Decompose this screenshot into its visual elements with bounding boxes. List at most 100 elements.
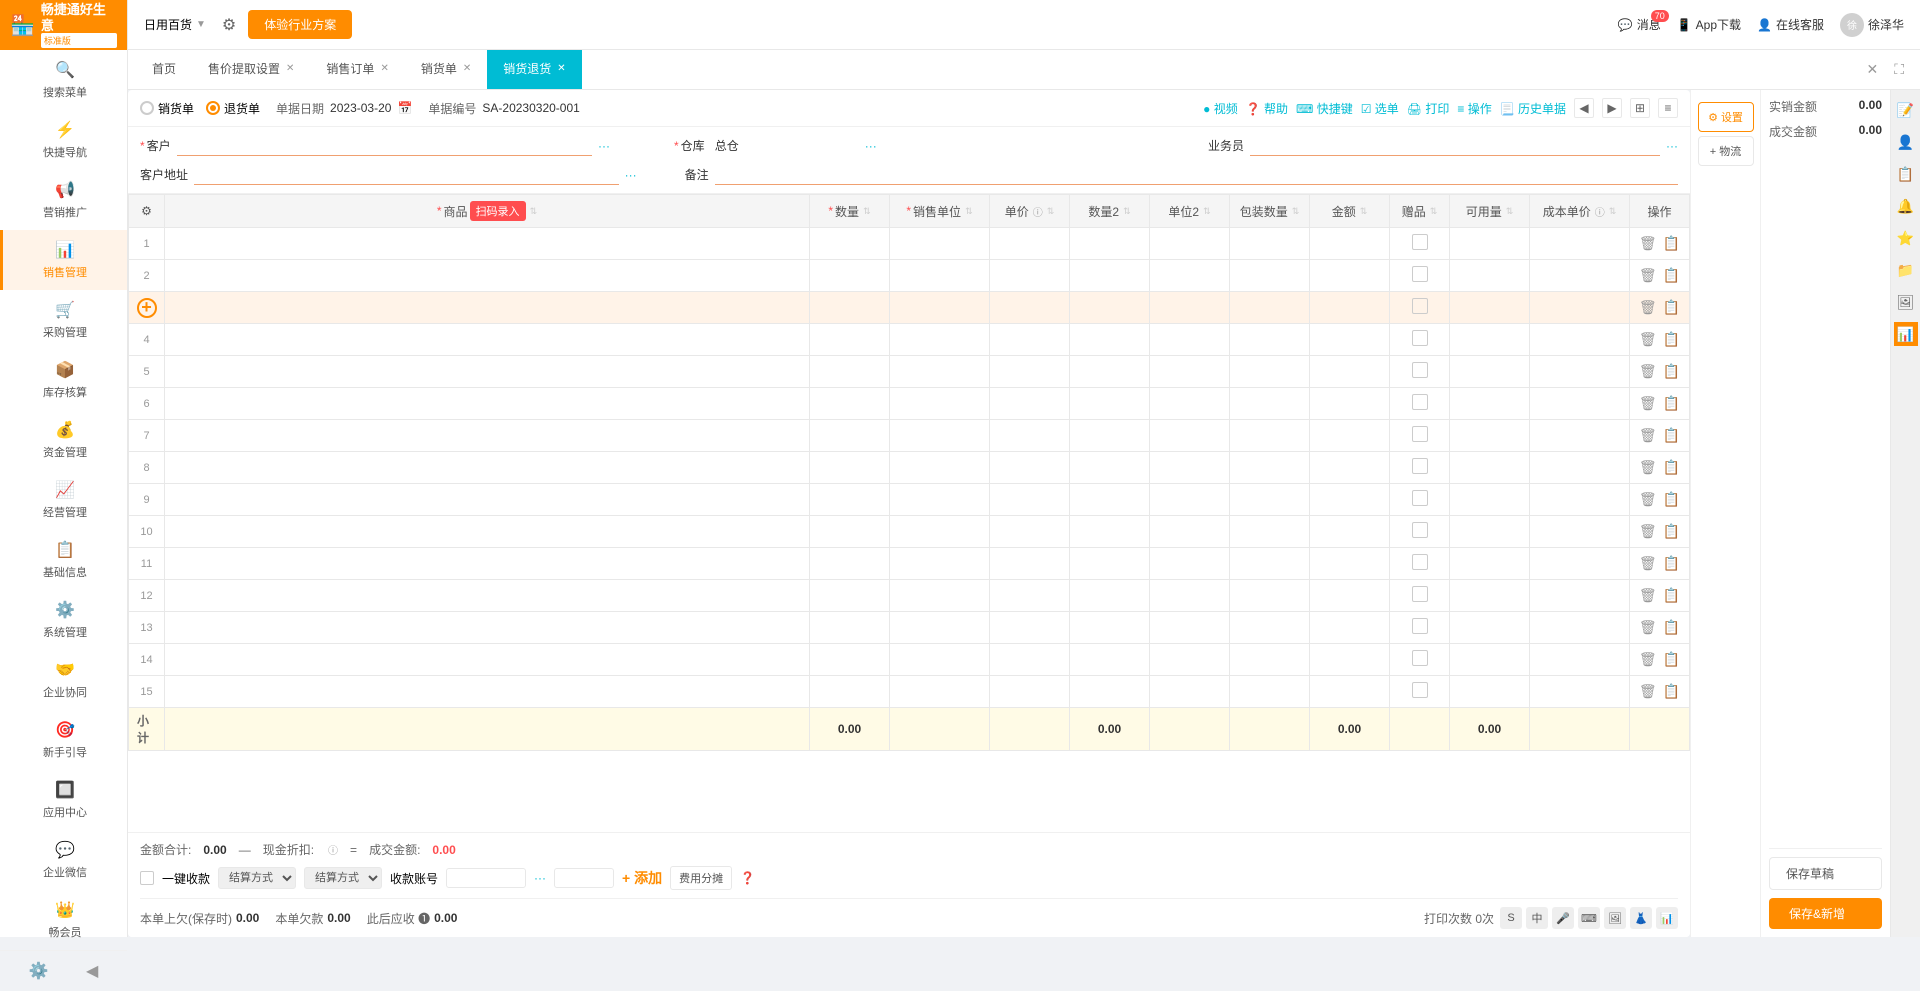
- radio-return[interactable]: 退货单: [206, 100, 260, 117]
- qty2-cell[interactable]: [1070, 260, 1150, 292]
- gift-cell[interactable]: [1390, 548, 1450, 580]
- unit2-cell[interactable]: [1150, 580, 1230, 612]
- amount-cell[interactable]: [1310, 228, 1390, 260]
- calendar-icon[interactable]: 📅: [397, 101, 412, 115]
- gift-checkbox[interactable]: [1412, 522, 1428, 538]
- unit-cell[interactable]: [890, 612, 990, 644]
- pkg-sort-icon[interactable]: ⇅: [1292, 206, 1300, 217]
- unit-cell[interactable]: [890, 356, 990, 388]
- price-cell[interactable]: [990, 388, 1070, 420]
- goods-cell[interactable]: [165, 548, 810, 580]
- gift-checkbox[interactable]: [1412, 298, 1428, 314]
- pkg-cell[interactable]: [1230, 612, 1310, 644]
- unit-cell[interactable]: [890, 292, 990, 324]
- gift-cell[interactable]: [1390, 260, 1450, 292]
- delete-row-icon[interactable]: 🗑: [1639, 491, 1657, 508]
- category-dropdown[interactable]: 日用百货 ▼: [144, 16, 206, 33]
- tab-expand-icon[interactable]: ⛶: [1886, 53, 1912, 86]
- price-cell[interactable]: [990, 260, 1070, 292]
- cost-info-icon[interactable]: ⓘ: [1595, 204, 1605, 219]
- unit2-cell[interactable]: [1150, 388, 1230, 420]
- operate-action[interactable]: ≡ 操作: [1457, 100, 1491, 117]
- unit2-cell[interactable]: [1150, 452, 1230, 484]
- copy-row-icon[interactable]: 📋: [1663, 299, 1680, 316]
- price-cell[interactable]: [990, 356, 1070, 388]
- split-button[interactable]: 费用分摊: [670, 866, 732, 890]
- unit-cell[interactable]: [890, 580, 990, 612]
- customer-input[interactable]: [177, 135, 592, 156]
- app-download-button[interactable]: 📱 App下载: [1677, 16, 1741, 33]
- amount-cell[interactable]: [1310, 676, 1390, 708]
- logistics-btn[interactable]: + 物流: [1698, 136, 1754, 166]
- cost-cell[interactable]: [1530, 324, 1630, 356]
- goods-cell[interactable]: [165, 676, 810, 708]
- qty-cell[interactable]: [810, 580, 890, 612]
- tab-sales-return-close-icon[interactable]: ✕: [557, 63, 565, 74]
- unit2-cell[interactable]: [1150, 516, 1230, 548]
- avail-sort-icon[interactable]: ⇅: [1506, 206, 1514, 217]
- grid-view-btn[interactable]: ⊞: [1630, 98, 1650, 118]
- avail-cell[interactable]: [1450, 612, 1530, 644]
- avail-cell[interactable]: [1450, 676, 1530, 708]
- cost-cell[interactable]: [1530, 548, 1630, 580]
- gift-checkbox[interactable]: [1412, 650, 1428, 666]
- sidebar-item-system[interactable]: ⚙️ 系统管理: [0, 590, 127, 650]
- qty2-cell[interactable]: [1070, 676, 1150, 708]
- help-action[interactable]: ❓ 帮助: [1246, 100, 1288, 117]
- sb-icon-6[interactable]: 👗: [1630, 907, 1652, 929]
- avail-cell[interactable]: [1450, 228, 1530, 260]
- unit-cell[interactable]: [890, 420, 990, 452]
- tab-price-close-icon[interactable]: ✕: [286, 63, 294, 74]
- qty2-cell[interactable]: [1070, 516, 1150, 548]
- price-cell[interactable]: [990, 452, 1070, 484]
- avail-cell[interactable]: [1450, 484, 1530, 516]
- warehouse-dots-icon[interactable]: ···: [865, 139, 877, 153]
- delete-row-icon[interactable]: 🗑: [1639, 683, 1657, 700]
- rp-icon-7[interactable]: 🖼: [1894, 290, 1918, 314]
- pkg-cell[interactable]: [1230, 356, 1310, 388]
- unit2-cell[interactable]: [1150, 228, 1230, 260]
- gift-checkbox[interactable]: [1412, 490, 1428, 506]
- unit2-sort-icon[interactable]: ⇅: [1203, 206, 1211, 217]
- rp-icon-6[interactable]: 📁: [1894, 258, 1918, 282]
- tab-home[interactable]: 首页: [136, 50, 192, 89]
- gift-checkbox[interactable]: [1412, 330, 1428, 346]
- gift-checkbox[interactable]: [1412, 266, 1428, 282]
- gift-cell[interactable]: [1390, 324, 1450, 356]
- price-cell[interactable]: [990, 292, 1070, 324]
- tab-sales[interactable]: 销货单 ✕: [405, 50, 487, 89]
- price-info-icon[interactable]: ⓘ: [1033, 204, 1043, 219]
- next-btn[interactable]: ▶: [1602, 98, 1622, 118]
- gift-cell[interactable]: [1390, 484, 1450, 516]
- sidebar-item-purchase[interactable]: 🛒 采购管理: [0, 290, 127, 350]
- amount-cell[interactable]: [1310, 356, 1390, 388]
- rp-icon-2[interactable]: 👤: [1894, 130, 1918, 154]
- cost-cell[interactable]: [1530, 356, 1630, 388]
- qty-cell[interactable]: [810, 484, 890, 516]
- price-cell[interactable]: [990, 228, 1070, 260]
- price-cell[interactable]: [990, 516, 1070, 548]
- pkg-cell[interactable]: [1230, 580, 1310, 612]
- goods-sort-icon[interactable]: ⇅: [530, 206, 538, 217]
- pkg-cell[interactable]: [1230, 516, 1310, 548]
- delete-row-icon[interactable]: 🗑: [1639, 267, 1657, 284]
- sidebar-item-finance[interactable]: 💰 资金管理: [0, 410, 127, 470]
- sidebar-item-appstore[interactable]: 🔲 应用中心: [0, 770, 127, 830]
- unit-sort-icon[interactable]: ⇅: [965, 206, 973, 217]
- shortcut-action[interactable]: ⌨ 快捷键: [1296, 100, 1353, 117]
- delete-row-icon[interactable]: 🗑: [1639, 555, 1657, 572]
- unit2-cell[interactable]: [1150, 484, 1230, 516]
- collapse-icon[interactable]: ◀: [86, 961, 98, 981]
- pkg-cell[interactable]: [1230, 548, 1310, 580]
- qty2-cell[interactable]: [1070, 452, 1150, 484]
- cost-cell[interactable]: [1530, 388, 1630, 420]
- address-dots-icon[interactable]: ···: [625, 168, 637, 182]
- rp-icon-8[interactable]: 📊: [1894, 322, 1918, 346]
- settings-btn[interactable]: ⚙ 设置: [1698, 102, 1754, 132]
- sb-icon-7[interactable]: 📊: [1656, 907, 1678, 929]
- gift-checkbox[interactable]: [1412, 426, 1428, 442]
- goods-cell[interactable]: [165, 580, 810, 612]
- delete-row-icon[interactable]: 🗑: [1639, 363, 1657, 380]
- rp-icon-4[interactable]: 🔔: [1894, 194, 1918, 218]
- sidebar-item-marketing[interactable]: 📢 营销推广: [0, 170, 127, 230]
